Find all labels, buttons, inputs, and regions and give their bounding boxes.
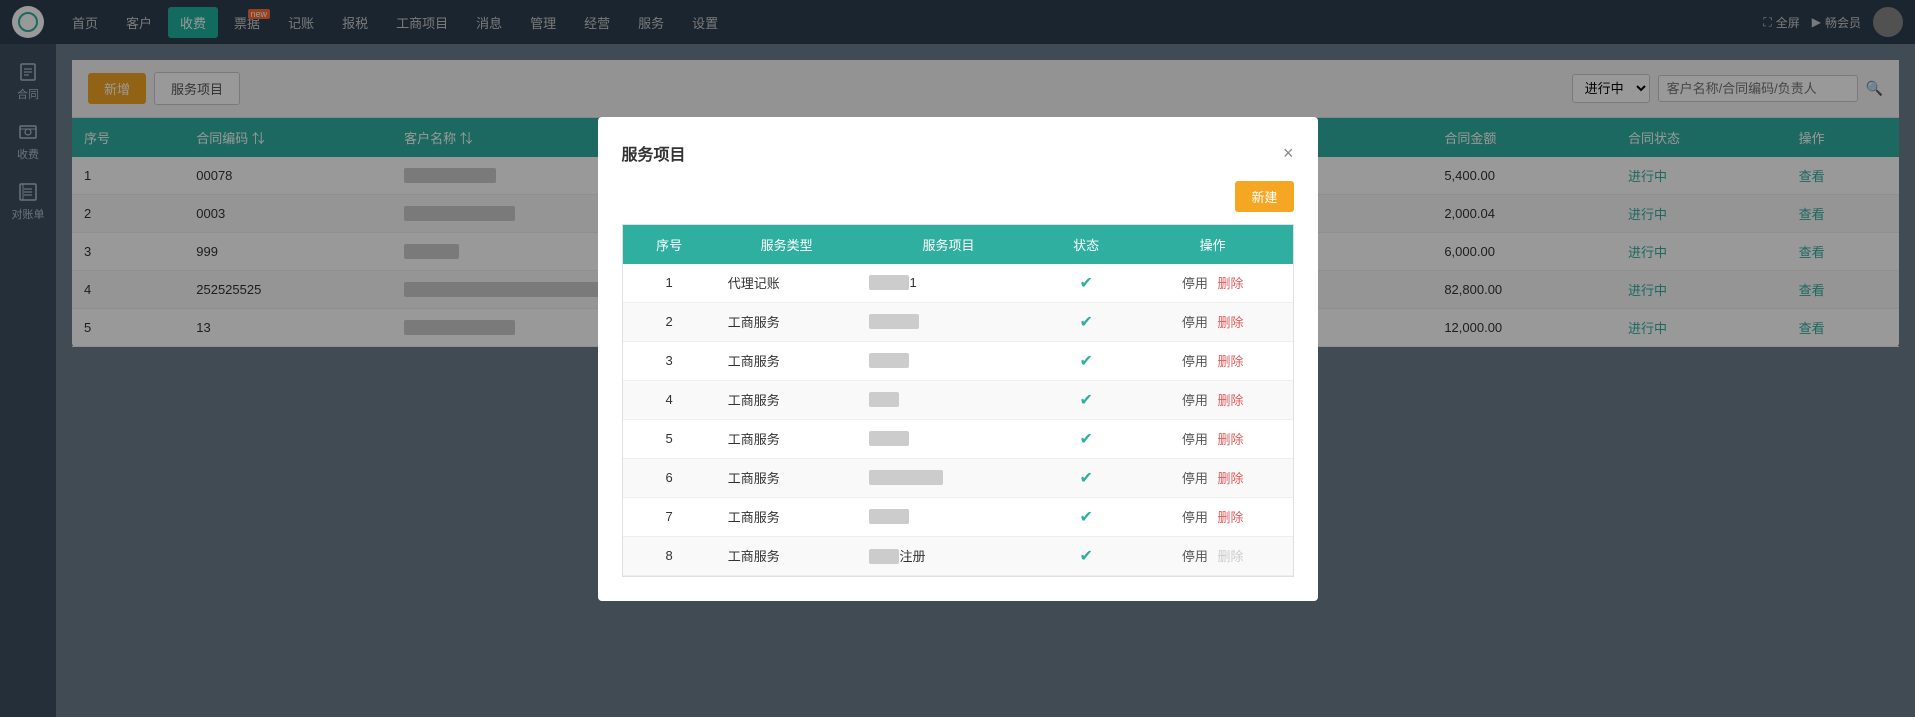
- modal-row-seq: 5: [623, 419, 716, 458]
- list-item: 1 代理记账 ████1 ✔ 停用 删除: [623, 264, 1293, 303]
- modal-row-status: ✔: [1040, 458, 1133, 497]
- modal-row-status: ✔: [1040, 341, 1133, 380]
- modal-row-action: 停用 删除: [1133, 341, 1293, 380]
- modal-row-type: 工商服务: [716, 380, 858, 419]
- modal-row-seq: 7: [623, 497, 716, 536]
- modal-header: 服务项目 ×: [622, 141, 1294, 165]
- modal-row-status: ✔: [1040, 380, 1133, 419]
- delete-button[interactable]: 删除: [1217, 393, 1243, 408]
- modal-table-wrap: 序号 服务类型 服务项目 状态 操作 1 代理记账 ████1 ✔ 停用: [622, 224, 1294, 577]
- modal-col-type: 服务类型: [716, 225, 858, 264]
- delete-button[interactable]: 删除: [1217, 354, 1243, 369]
- modal-row-type: 代理记账: [716, 264, 858, 303]
- list-item: 8 工商服务 ███注册 ✔ 停用 删除: [623, 536, 1293, 575]
- modal-row-seq: 6: [623, 458, 716, 497]
- delete-button[interactable]: 删除: [1217, 276, 1243, 291]
- modal-overlay[interactable]: 服务项目 × 新建 序号 服务类型 服务项目 状态 操作: [0, 0, 1915, 717]
- modal-row-item: ████: [857, 497, 1039, 536]
- modal-toolbar: 新建: [622, 181, 1294, 212]
- modal-row-action: 停用 删除: [1133, 302, 1293, 341]
- modal-row-item: ████████: [857, 458, 1039, 497]
- modal-row-item: ███: [857, 380, 1039, 419]
- stop-button[interactable]: 停用: [1182, 315, 1208, 330]
- modal-row-action: 停用 删除: [1133, 458, 1293, 497]
- delete-button[interactable]: 删除: [1217, 471, 1243, 486]
- list-item: 3 工商服务 ████ ✔ 停用 删除: [623, 341, 1293, 380]
- modal-row-seq: 4: [623, 380, 716, 419]
- modal-row-action: 停用 删除: [1133, 497, 1293, 536]
- modal-row-status: ✔: [1040, 419, 1133, 458]
- stop-button[interactable]: 停用: [1182, 471, 1208, 486]
- modal-row-seq: 2: [623, 302, 716, 341]
- modal-new-button[interactable]: 新建: [1235, 181, 1293, 212]
- stop-button[interactable]: 停用: [1182, 549, 1208, 564]
- stop-button[interactable]: 停用: [1182, 510, 1208, 525]
- service-items-modal: 服务项目 × 新建 序号 服务类型 服务项目 状态 操作: [598, 117, 1318, 601]
- modal-col-action: 操作: [1133, 225, 1293, 264]
- modal-row-type: 工商服务: [716, 536, 858, 575]
- modal-row-item: ████: [857, 341, 1039, 380]
- modal-col-status: 状态: [1040, 225, 1133, 264]
- modal-row-status: ✔: [1040, 264, 1133, 303]
- modal-row-seq: 3: [623, 341, 716, 380]
- list-item: 7 工商服务 ████ ✔ 停用 删除: [623, 497, 1293, 536]
- modal-row-seq: 8: [623, 536, 716, 575]
- modal-row-item: ████: [857, 419, 1039, 458]
- modal-row-type: 工商服务: [716, 302, 858, 341]
- list-item: 6 工商服务 ████████ ✔ 停用 删除: [623, 458, 1293, 497]
- stop-button[interactable]: 停用: [1182, 432, 1208, 447]
- modal-row-action: 停用 删除: [1133, 419, 1293, 458]
- modal-row-action: 停用 删除: [1133, 536, 1293, 575]
- modal-row-type: 工商服务: [716, 341, 858, 380]
- modal-row-type: 工商服务: [716, 497, 858, 536]
- list-item: 5 工商服务 ████ ✔ 停用 删除: [623, 419, 1293, 458]
- modal-row-status: ✔: [1040, 536, 1133, 575]
- modal-row-item: ███注册: [857, 536, 1039, 575]
- modal-col-seq: 序号: [623, 225, 716, 264]
- service-items-table: 序号 服务类型 服务项目 状态 操作 1 代理记账 ████1 ✔ 停用: [623, 225, 1293, 576]
- modal-row-status: ✔: [1040, 497, 1133, 536]
- modal-title: 服务项目: [622, 141, 686, 165]
- modal-row-type: 工商服务: [716, 458, 858, 497]
- modal-row-status: ✔: [1040, 302, 1133, 341]
- delete-button[interactable]: 删除: [1217, 510, 1243, 525]
- modal-row-action: 停用 删除: [1133, 380, 1293, 419]
- delete-button[interactable]: 删除: [1217, 315, 1243, 330]
- delete-button[interactable]: 删除: [1217, 432, 1243, 447]
- modal-row-item: █████: [857, 302, 1039, 341]
- modal-row-seq: 1: [623, 264, 716, 303]
- stop-button[interactable]: 停用: [1182, 354, 1208, 369]
- stop-button[interactable]: 停用: [1182, 276, 1208, 291]
- delete-button[interactable]: 删除: [1217, 549, 1243, 564]
- list-item: 2 工商服务 █████ ✔ 停用 删除: [623, 302, 1293, 341]
- list-item: 4 工商服务 ███ ✔ 停用 删除: [623, 380, 1293, 419]
- stop-button[interactable]: 停用: [1182, 393, 1208, 408]
- modal-row-type: 工商服务: [716, 419, 858, 458]
- modal-row-item: ████1: [857, 264, 1039, 303]
- modal-col-item: 服务项目: [857, 225, 1039, 264]
- modal-row-action: 停用 删除: [1133, 264, 1293, 303]
- modal-close-button[interactable]: ×: [1283, 144, 1294, 162]
